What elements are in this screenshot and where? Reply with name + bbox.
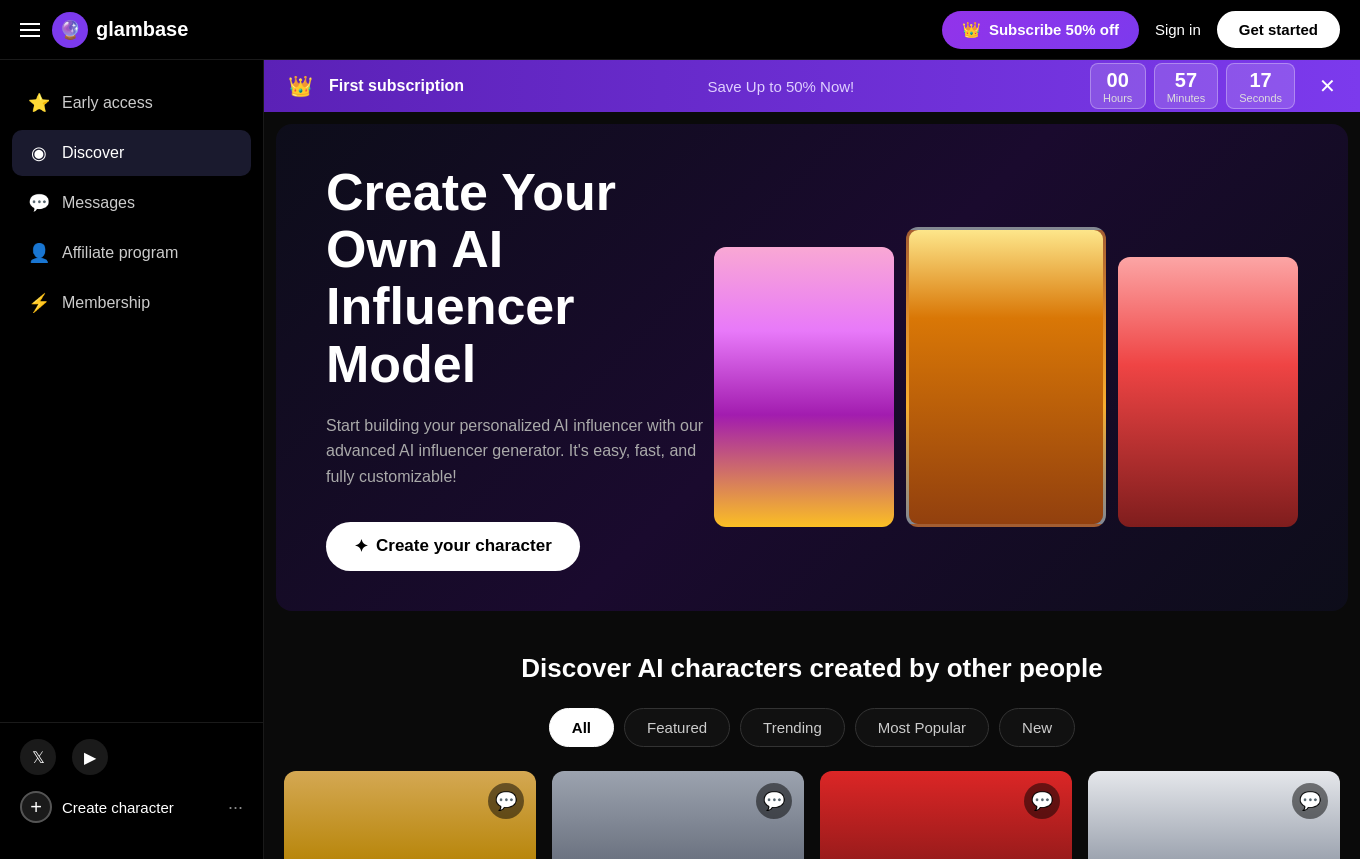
sidebar-item-messages[interactable]: 💬 Messages [12, 180, 251, 226]
filter-tabs: All Featured Trending Most Popular New [284, 708, 1340, 747]
crown-icon: 👑 [962, 21, 981, 39]
content-area: 👑 First subscription Save Up to 50% Now!… [264, 60, 1360, 859]
timer-hours: 00 Hours [1090, 63, 1146, 109]
logo-text: glambase [96, 18, 188, 41]
sidebar-item-label: Discover [62, 144, 124, 162]
hero-title: Create Your Own AI Influencer Model [326, 164, 714, 393]
hero-section: Create Your Own AI Influencer Model Star… [276, 124, 1348, 611]
messages-icon: 💬 [28, 192, 50, 214]
hero-image-1 [714, 247, 894, 527]
create-char-plus-icon: + [20, 791, 52, 823]
sidebar-item-label: Messages [62, 194, 135, 212]
filter-tab-new[interactable]: New [999, 708, 1075, 747]
nav-left: 🔮 glambase [20, 12, 942, 48]
filter-tab-all[interactable]: All [549, 708, 614, 747]
chat-icon-1: 💬 [488, 783, 524, 819]
sidebar-item-membership[interactable]: ⚡ Membership [12, 280, 251, 326]
subscribe-button[interactable]: 👑 Subscribe 50% off [942, 11, 1139, 49]
banner-close-button[interactable]: ✕ [1319, 74, 1336, 98]
filter-tab-most-popular[interactable]: Most Popular [855, 708, 989, 747]
chat-icon-2: 💬 [756, 783, 792, 819]
medium-icon[interactable]: ▶ [72, 739, 108, 775]
chat-icon-4: 💬 [1292, 783, 1328, 819]
character-card-3[interactable]: 💬 [820, 771, 1072, 859]
timer-seconds: 17 Seconds [1226, 63, 1295, 109]
nav-right: 👑 Subscribe 50% off Sign in Get started [942, 11, 1340, 49]
affiliate-icon: 👤 [28, 242, 50, 264]
sidebar-item-discover[interactable]: ◉ Discover [12, 130, 251, 176]
sidebar: ⭐ Early access ◉ Discover 💬 Messages 👤 A… [0, 60, 264, 859]
chat-icon-3: 💬 [1024, 783, 1060, 819]
discover-title: Discover AI characters created by other … [284, 653, 1340, 684]
minutes-label: Minutes [1167, 92, 1206, 104]
create-character-button[interactable]: ✦ Create your character [326, 522, 580, 571]
discover-icon: ◉ [28, 142, 50, 164]
more-options-icon[interactable]: ··· [228, 797, 243, 818]
sidebar-item-label: Early access [62, 94, 153, 112]
hours-label: Hours [1103, 92, 1133, 104]
create-character-bar[interactable]: + Create character ··· [20, 791, 243, 823]
top-navbar: 🔮 glambase 👑 Subscribe 50% off Sign in G… [0, 0, 1360, 60]
sidebar-item-label: Membership [62, 294, 150, 312]
social-icons: 𝕏 ▶ [20, 739, 243, 775]
filter-tab-trending[interactable]: Trending [740, 708, 845, 747]
seconds-value: 17 [1239, 68, 1282, 92]
sidebar-item-label: Affiliate program [62, 244, 178, 262]
countdown-timer: 00 Hours 57 Minutes 17 Seconds [1090, 63, 1295, 109]
hero-text: Create Your Own AI Influencer Model Star… [326, 164, 714, 571]
main-layout: ⭐ Early access ◉ Discover 💬 Messages 👤 A… [0, 60, 1360, 859]
sidebar-nav: ⭐ Early access ◉ Discover 💬 Messages 👤 A… [0, 80, 263, 722]
create-char-label: Create character [62, 799, 218, 816]
character-card-2[interactable]: 💬 [552, 771, 804, 859]
hero-description: Start building your personalized AI infl… [326, 413, 706, 490]
sidebar-item-early-access[interactable]: ⭐ Early access [12, 80, 251, 126]
logo-icon: 🔮 [52, 12, 88, 48]
timer-minutes: 57 Minutes [1154, 63, 1219, 109]
banner-subtitle: Save Up to 50% Now! [488, 78, 1074, 95]
cta-label: Create your character [376, 536, 552, 556]
hero-images [714, 207, 1298, 527]
membership-icon: ⚡ [28, 292, 50, 314]
hero-image-3 [1118, 257, 1298, 527]
discover-section: Discover AI characters created by other … [264, 623, 1360, 859]
sidebar-item-affiliate[interactable]: 👤 Affiliate program [12, 230, 251, 276]
star-icon: ⭐ [28, 92, 50, 114]
hamburger-menu[interactable] [20, 23, 40, 37]
promo-banner: 👑 First subscription Save Up to 50% Now!… [264, 60, 1360, 112]
sparkle-icon: ✦ [354, 536, 368, 557]
character-card-1[interactable]: 💬 [284, 771, 536, 859]
banner-crown-icon: 👑 [288, 74, 313, 98]
minutes-value: 57 [1167, 68, 1206, 92]
signin-button[interactable]: Sign in [1155, 21, 1201, 38]
logo: 🔮 glambase [52, 12, 188, 48]
banner-title: First subscription [329, 77, 464, 95]
hero-image-2 [906, 227, 1106, 527]
seconds-label: Seconds [1239, 92, 1282, 104]
character-grid: 💬 💬 💬 💬 [284, 771, 1340, 859]
get-started-button[interactable]: Get started [1217, 11, 1340, 48]
sidebar-bottom: 𝕏 ▶ + Create character ··· [0, 722, 263, 839]
filter-tab-featured[interactable]: Featured [624, 708, 730, 747]
hours-value: 00 [1103, 68, 1133, 92]
character-card-4[interactable]: 💬 [1088, 771, 1340, 859]
twitter-icon[interactable]: 𝕏 [20, 739, 56, 775]
